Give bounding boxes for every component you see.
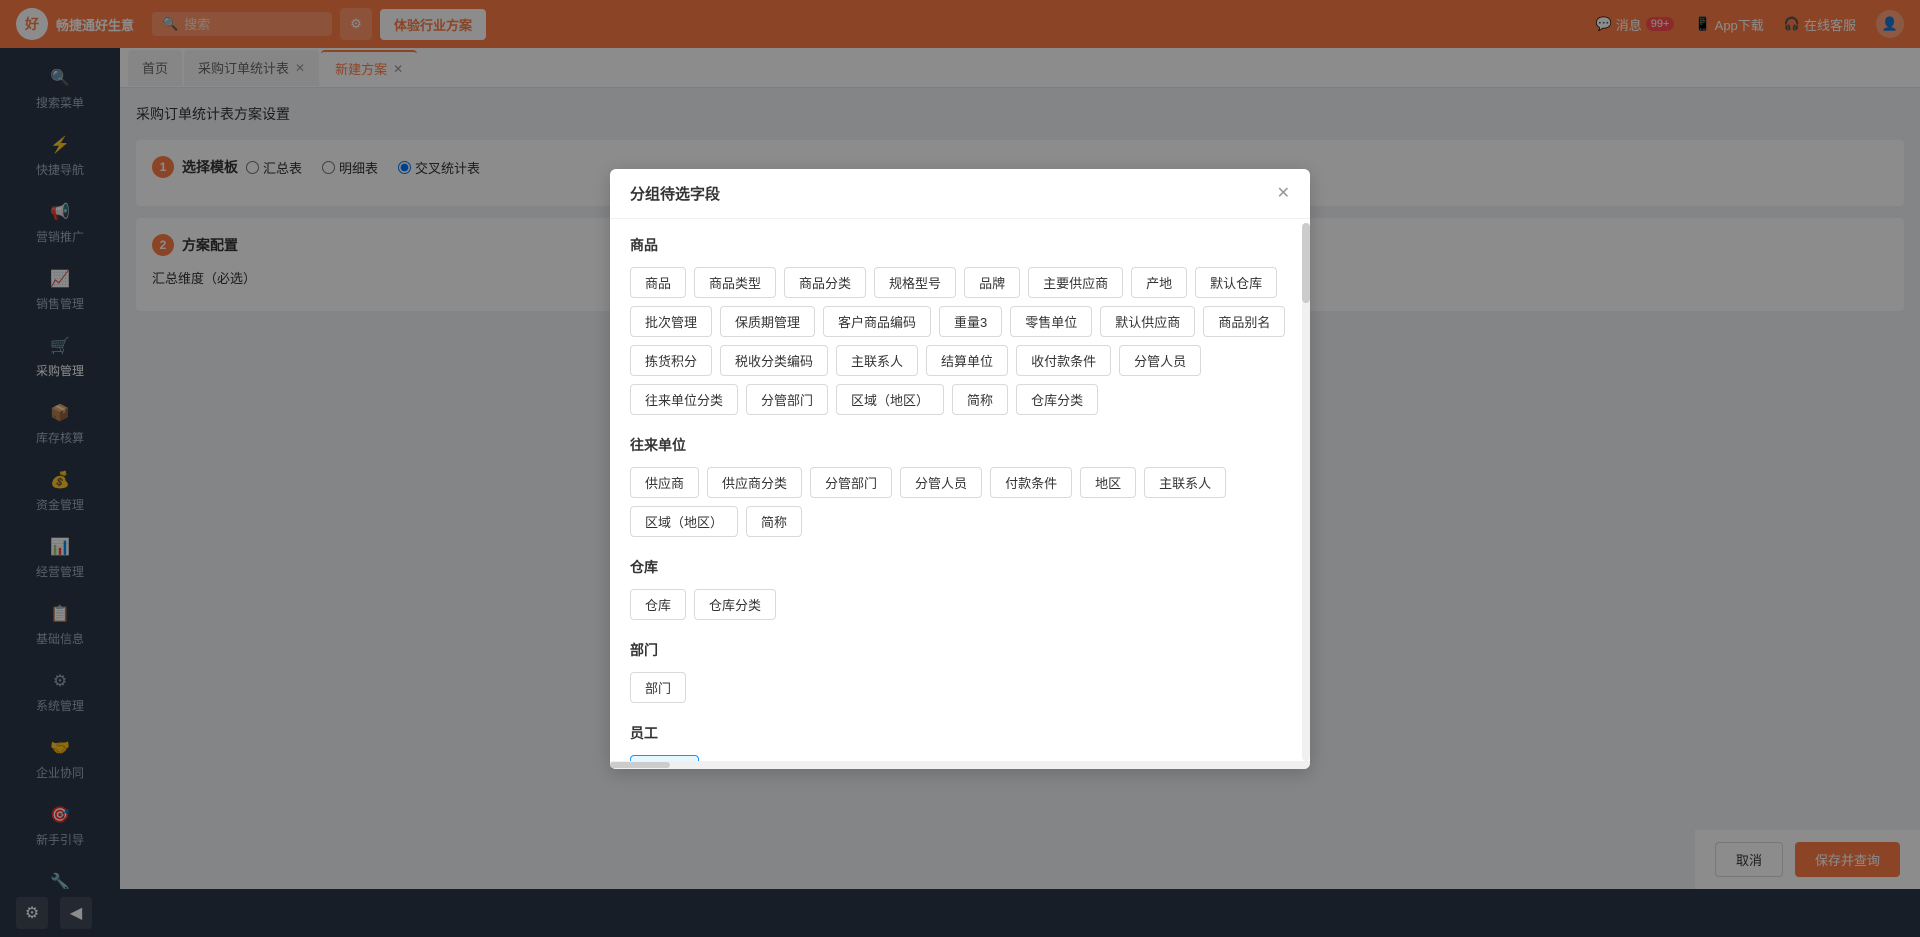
- field-tag[interactable]: 品牌: [964, 267, 1020, 298]
- field-tag[interactable]: 分管部门: [746, 384, 828, 415]
- field-tag[interactable]: 主联系人: [1144, 467, 1226, 498]
- field-tag[interactable]: 主要供应商: [1028, 267, 1123, 298]
- section-products-title: 商品: [630, 235, 1290, 255]
- field-tag[interactable]: 仓库分类: [1016, 384, 1098, 415]
- field-tag[interactable]: 商品分类: [784, 267, 866, 298]
- products-field-tags: 商品 商品类型 商品分类 规格型号 品牌 主要供应商 产地 默认仓库 批次管理 …: [630, 267, 1290, 415]
- field-tag[interactable]: 分管人员: [900, 467, 982, 498]
- section-employee-title: 员工: [630, 723, 1290, 743]
- section-department-title: 部门: [630, 640, 1290, 660]
- field-tag[interactable]: 部门: [630, 672, 686, 703]
- vscroll-track[interactable]: [1302, 223, 1310, 761]
- field-tag[interactable]: 区域（地区）: [630, 506, 738, 537]
- field-tag[interactable]: 客户商品编码: [823, 306, 931, 337]
- dialog-hscroll[interactable]: [610, 761, 1310, 769]
- field-tag[interactable]: 供应商: [630, 467, 699, 498]
- section-warehouse: 仓库 仓库 仓库分类: [630, 557, 1290, 620]
- field-tag[interactable]: 默认供应商: [1100, 306, 1195, 337]
- field-tag[interactable]: 分管部门: [810, 467, 892, 498]
- field-tag[interactable]: 重量3: [939, 306, 1002, 337]
- employee-field-tags: 业务员: [630, 755, 1290, 761]
- field-tag[interactable]: 零售单位: [1010, 306, 1092, 337]
- dialog: 分组待选字段 ✕ 商品 商品 商品类型 商品分类 规格型号 品牌 主要供应商 产…: [610, 169, 1310, 769]
- field-tag[interactable]: 供应商分类: [707, 467, 802, 498]
- section-products: 商品 商品 商品类型 商品分类 规格型号 品牌 主要供应商 产地 默认仓库 批次…: [630, 235, 1290, 415]
- warehouse-field-tags: 仓库 仓库分类: [630, 589, 1290, 620]
- section-partner-title: 往来单位: [630, 435, 1290, 455]
- field-tag[interactable]: 默认仓库: [1195, 267, 1277, 298]
- field-tag[interactable]: 保质期管理: [720, 306, 815, 337]
- field-tag[interactable]: 税收分类编码: [720, 345, 828, 376]
- field-tag[interactable]: 商品: [630, 267, 686, 298]
- field-tag[interactable]: 产地: [1131, 267, 1187, 298]
- hscroll-thumb: [610, 762, 670, 768]
- dialog-close-button[interactable]: ✕: [1277, 183, 1290, 203]
- field-tag[interactable]: 商品别名: [1203, 306, 1285, 337]
- dialog-body[interactable]: 商品 商品 商品类型 商品分类 规格型号 品牌 主要供应商 产地 默认仓库 批次…: [610, 219, 1310, 761]
- field-tag-yewuyuan[interactable]: 业务员: [630, 755, 699, 761]
- dialog-wrapper: 分组待选字段 ✕ 商品 商品 商品类型 商品分类 规格型号 品牌 主要供应商 产…: [610, 169, 1310, 769]
- field-tag[interactable]: 简称: [952, 384, 1008, 415]
- partner-field-tags: 供应商 供应商分类 分管部门 分管人员 付款条件 地区 主联系人 区域（地区） …: [630, 467, 1290, 537]
- field-tag[interactable]: 往来单位分类: [630, 384, 738, 415]
- field-tag[interactable]: 批次管理: [630, 306, 712, 337]
- department-field-tags: 部门: [630, 672, 1290, 703]
- field-tag[interactable]: 付款条件: [990, 467, 1072, 498]
- section-warehouse-title: 仓库: [630, 557, 1290, 577]
- field-tag[interactable]: 结算单位: [926, 345, 1008, 376]
- field-tag[interactable]: 地区: [1080, 467, 1136, 498]
- field-tag[interactable]: 仓库分类: [694, 589, 776, 620]
- field-tag[interactable]: 拣货积分: [630, 345, 712, 376]
- field-tag[interactable]: 仓库: [630, 589, 686, 620]
- vscroll-thumb: [1302, 223, 1310, 303]
- field-tag[interactable]: 区域（地区）: [836, 384, 944, 415]
- field-tag[interactable]: 简称: [746, 506, 802, 537]
- field-tag[interactable]: 规格型号: [874, 267, 956, 298]
- field-tag[interactable]: 收付款条件: [1016, 345, 1111, 376]
- dialog-overlay: 分组待选字段 ✕ 商品 商品 商品类型 商品分类 规格型号 品牌 主要供应商 产…: [0, 0, 1920, 937]
- field-tag[interactable]: 主联系人: [836, 345, 918, 376]
- field-tag[interactable]: 商品类型: [694, 267, 776, 298]
- section-department: 部门 部门: [630, 640, 1290, 703]
- dialog-header: 分组待选字段 ✕: [610, 169, 1310, 219]
- field-tag[interactable]: 分管人员: [1119, 345, 1201, 376]
- section-partner: 往来单位 供应商 供应商分类 分管部门 分管人员 付款条件 地区 主联系人 区域…: [630, 435, 1290, 537]
- dialog-title: 分组待选字段: [630, 183, 720, 204]
- section-employee: 员工 业务员: [630, 723, 1290, 761]
